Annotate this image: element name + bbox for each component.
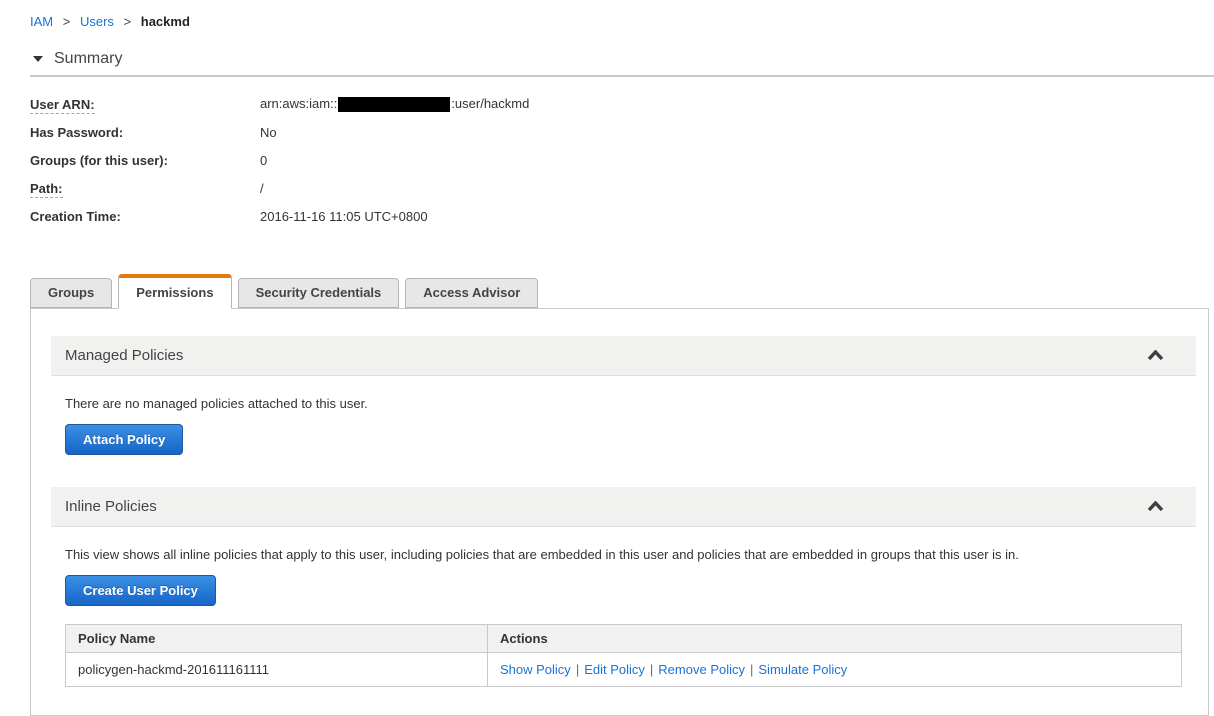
tab-permissions[interactable]: Permissions xyxy=(118,274,232,309)
summary-collapse-toggle[interactable]: Summary xyxy=(33,50,1214,68)
edit-policy-link[interactable]: Edit Policy xyxy=(584,662,645,677)
managed-policies-section: Managed Policies There are no managed po… xyxy=(51,336,1196,455)
arn-prefix: arn:aws:iam:: xyxy=(260,95,338,111)
chevron-up-icon xyxy=(1147,501,1164,512)
field-row-user-arn: User ARN: arn:aws:iam:::user/hackmd xyxy=(30,90,1214,118)
field-row-creation-time: Creation Time: 2016-11-16 11:05 UTC+0800 xyxy=(30,202,1214,230)
breadcrumb-link-iam[interactable]: IAM xyxy=(30,14,53,29)
field-row-groups: Groups (for this user): 0 xyxy=(30,146,1214,174)
has-password-label: Has Password: xyxy=(30,124,124,140)
field-row-has-password: Has Password: No xyxy=(30,118,1214,146)
groups-value: 0 xyxy=(260,152,268,168)
tab-bar: Groups Permissions Security Credentials … xyxy=(30,274,1214,309)
tab-groups[interactable]: Groups xyxy=(30,278,113,308)
chevron-up-icon xyxy=(1147,350,1164,361)
policy-actions-cell: Show Policy | Edit Policy | Remove Policy | Si… xyxy=(487,652,1182,687)
path-label: Path: xyxy=(30,180,63,198)
path-value: / xyxy=(260,180,264,196)
tab-access-advisor[interactable]: Access Advisor xyxy=(405,278,539,308)
inline-policies-body: This view shows all inline policies that… xyxy=(51,547,1196,687)
managed-policies-body: There are no managed policies attached t… xyxy=(51,396,1196,455)
remove-policy-link[interactable]: Remove Policy xyxy=(658,662,745,677)
inline-policies-section: Inline Policies This view shows all inli… xyxy=(51,487,1196,687)
creation-time-label: Creation Time: xyxy=(30,208,121,224)
breadcrumb-separator: > xyxy=(62,14,71,29)
show-policy-link[interactable]: Show Policy xyxy=(500,662,571,677)
breadcrumb-link-users[interactable]: Users xyxy=(80,14,114,29)
attach-policy-button[interactable]: Attach Policy xyxy=(65,424,184,455)
simulate-policy-link[interactable]: Simulate Policy xyxy=(758,662,847,677)
permissions-tab-panel: Managed Policies There are no managed po… xyxy=(30,308,1209,716)
summary-divider xyxy=(30,75,1214,77)
inline-policies-table: Policy Name Actions policygen-hackmd-201… xyxy=(65,624,1182,687)
groups-label: Groups (for this user): xyxy=(30,152,168,168)
field-row-path: Path: / xyxy=(30,174,1214,202)
breadcrumb-separator: > xyxy=(123,14,132,29)
inline-policies-header[interactable]: Inline Policies xyxy=(51,487,1196,527)
create-user-policy-button[interactable]: Create User Policy xyxy=(65,575,216,606)
managed-policies-empty-message: There are no managed policies attached t… xyxy=(65,396,368,411)
creation-time-value: 2016-11-16 11:05 UTC+0800 xyxy=(260,208,428,224)
managed-policies-header[interactable]: Managed Policies xyxy=(51,336,1196,376)
breadcrumb: IAM > Users > hackmd xyxy=(30,14,1214,29)
summary-fields: User ARN: arn:aws:iam:::user/hackmd Has … xyxy=(30,90,1214,230)
action-separator: | xyxy=(575,662,580,677)
user-arn-label: User ARN: xyxy=(30,96,95,114)
inline-policies-title: Inline Policies xyxy=(65,498,157,515)
table-row: policygen-hackmd-201611161111 Show Polic… xyxy=(65,652,1182,687)
tab-security-credentials[interactable]: Security Credentials xyxy=(237,278,400,308)
inline-policies-collapse-button[interactable] xyxy=(1147,501,1164,512)
inline-policies-description: This view shows all inline policies that… xyxy=(65,547,1019,562)
action-separator: | xyxy=(649,662,654,677)
policy-name-cell: policygen-hackmd-201611161111 xyxy=(65,652,488,687)
user-arn-value: arn:aws:iam:::user/hackmd xyxy=(260,95,530,113)
has-password-value: No xyxy=(260,124,277,140)
iam-user-detail-page: IAM > Users > hackmd Summary User ARN: a… xyxy=(0,14,1214,716)
summary-title: Summary xyxy=(54,50,123,67)
column-header-policy-name: Policy Name xyxy=(65,624,488,653)
column-header-actions: Actions xyxy=(487,624,1182,653)
managed-policies-collapse-button[interactable] xyxy=(1147,350,1164,361)
redacted-account-id xyxy=(338,97,451,113)
breadcrumb-current-user: hackmd xyxy=(140,14,190,29)
managed-policies-title: Managed Policies xyxy=(65,347,184,364)
caret-down-icon xyxy=(33,56,43,62)
action-separator: | xyxy=(750,662,754,677)
arn-suffix: :user/hackmd xyxy=(451,95,530,111)
table-header-row: Policy Name Actions xyxy=(65,624,1182,653)
